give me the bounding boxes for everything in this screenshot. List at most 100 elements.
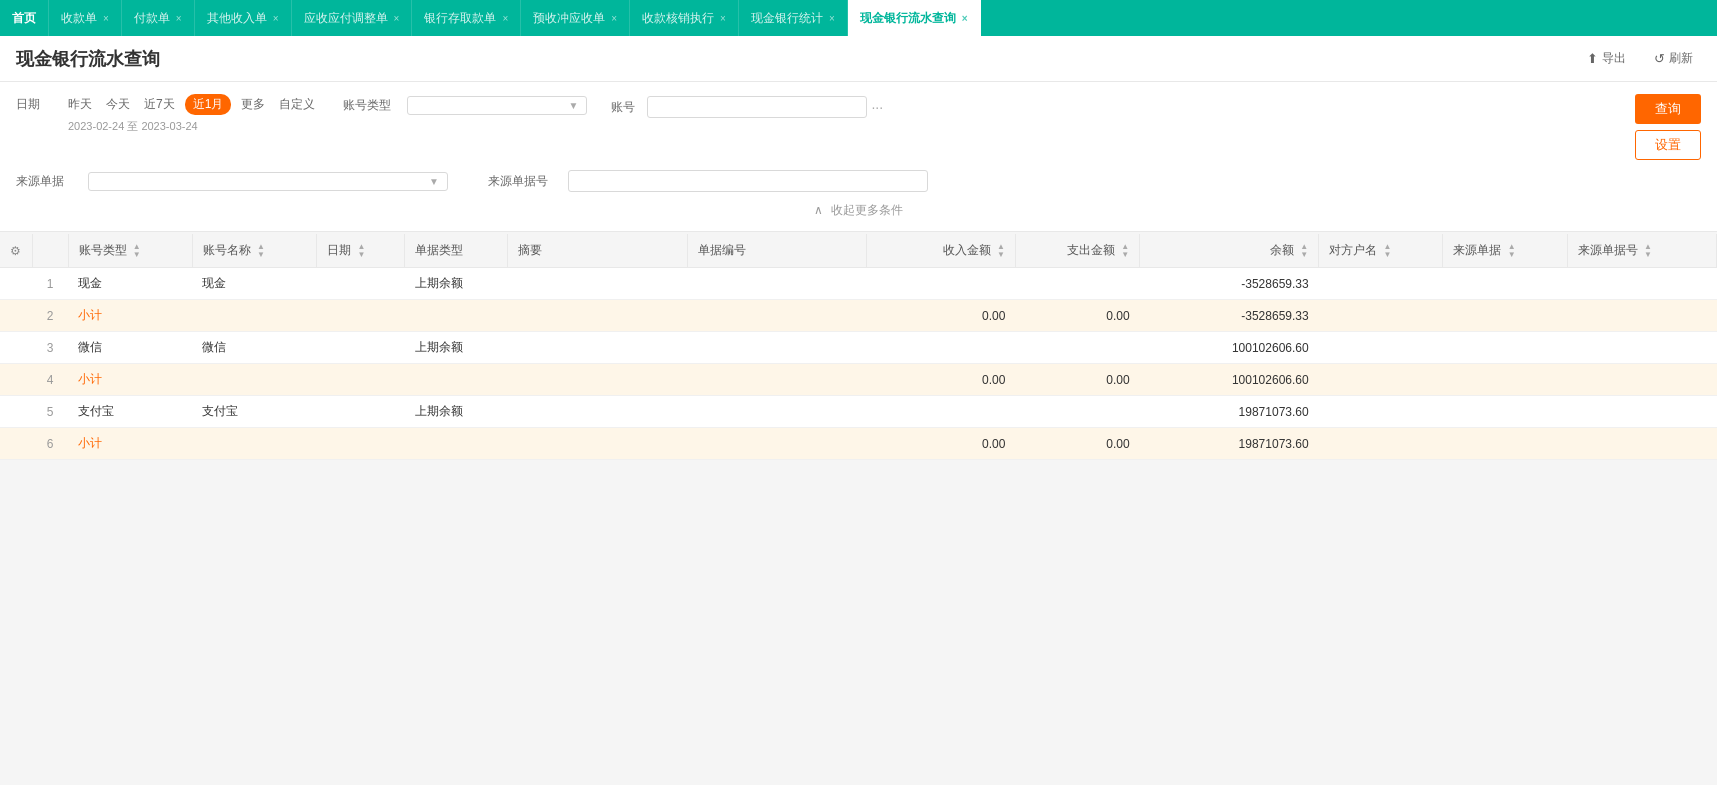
source-doc-num-input[interactable] (568, 170, 928, 192)
cell-source-doc (1443, 332, 1567, 364)
row-gear-cell (0, 300, 32, 332)
col-source-doc-num: 来源单据号 ▲▼ (1567, 234, 1716, 268)
account-input-area: ··· (647, 96, 883, 118)
nav-tab-8[interactable]: 现金银行流水查询 × (848, 0, 981, 36)
cell-source-doc-num (1567, 300, 1716, 332)
account-type-chevron: ▼ (568, 100, 578, 111)
date-opt-more[interactable]: 更多 (237, 94, 269, 115)
nav-tab-label-3: 应收应付调整单 (304, 10, 388, 27)
nav-tab-5[interactable]: 预收冲应收单 × (521, 0, 630, 36)
nav-tab-close-7[interactable]: × (829, 13, 835, 24)
cell-counterparty (1319, 268, 1443, 300)
gear-icon[interactable]: ⚙ (10, 244, 21, 258)
cell-doc-type: 上期余额 (405, 268, 508, 300)
sort-counterparty[interactable]: ▲▼ (1384, 243, 1392, 259)
export-label: 导出 (1602, 50, 1626, 67)
cell-doc-num (687, 332, 866, 364)
collapse-bar[interactable]: ∧ 收起更多条件 (16, 198, 1701, 223)
col-income: 收入金额 ▲▼ (866, 234, 1015, 268)
nav-tab-1[interactable]: 付款单 × (122, 0, 195, 36)
query-button[interactable]: 查询 (1635, 94, 1701, 124)
nav-tab-close-5[interactable]: × (611, 13, 617, 24)
nav-tab-close-4[interactable]: × (502, 13, 508, 24)
refresh-button[interactable]: ↺ 刷新 (1646, 46, 1701, 71)
col-source-doc: 来源单据 ▲▼ (1443, 234, 1567, 268)
cell-doc-type (405, 364, 508, 396)
row-gear-cell (0, 268, 32, 300)
collapse-label: 收起更多条件 (831, 203, 903, 217)
source-doc-select[interactable]: ▼ (88, 172, 448, 191)
account-type-label: 账号类型 (343, 97, 399, 114)
nav-tab-close-3[interactable]: × (394, 13, 400, 24)
col-doc-type: 单据类型 (405, 234, 508, 268)
nav-tab-2[interactable]: 其他收入单 × (195, 0, 292, 36)
table-row: 1现金现金上期余额-3528659.33 (0, 268, 1717, 300)
row-gear-cell (0, 364, 32, 396)
nav-tab-6[interactable]: 收款核销执行 × (630, 0, 739, 36)
sort-income[interactable]: ▲▼ (997, 243, 1005, 259)
filter-source-row: 来源单据 ▼ 来源单据号 (16, 170, 1701, 192)
date-opt-7days[interactable]: 近7天 (140, 94, 179, 115)
cell-counterparty (1319, 300, 1443, 332)
date-opt-yesterday[interactable]: 昨天 (64, 94, 96, 115)
account-ellipsis-button[interactable]: ··· (871, 99, 883, 115)
cell-account-name: 微信 (192, 332, 316, 364)
nav-tab-close-6[interactable]: × (720, 13, 726, 24)
nav-tab-4[interactable]: 银行存取款单 × (412, 0, 521, 36)
nav-tab-close-8[interactable]: × (962, 13, 968, 24)
cell-balance: -3528659.33 (1140, 268, 1319, 300)
col-gear: ⚙ (0, 234, 32, 268)
cell-counterparty (1319, 332, 1443, 364)
date-opt-today[interactable]: 今天 (102, 94, 134, 115)
cell-source-doc-num (1567, 364, 1716, 396)
cell-doc-num (687, 300, 866, 332)
nav-tab-close-1[interactable]: × (176, 13, 182, 24)
col-source-doc-label: 来源单据 (1453, 243, 1501, 257)
cell-source-doc (1443, 268, 1567, 300)
nav-tab-label-0: 收款单 (61, 10, 97, 27)
sort-expense[interactable]: ▲▼ (1121, 243, 1129, 259)
nav-tab-3[interactable]: 应收应付调整单 × (292, 0, 413, 36)
cell-source-doc (1443, 300, 1567, 332)
cell-doc-type (405, 300, 508, 332)
cell-expense (1015, 396, 1139, 428)
account-type-select[interactable]: ▼ (407, 96, 587, 115)
row-number: 3 (32, 332, 68, 364)
sort-source-doc-num[interactable]: ▲▼ (1644, 243, 1652, 259)
nav-tab-0[interactable]: 收款单 × (49, 0, 122, 36)
col-account-name: 账号名称 ▲▼ (192, 234, 316, 268)
sort-account-name[interactable]: ▲▼ (257, 243, 265, 259)
cell-expense (1015, 268, 1139, 300)
nav-tab-close-0[interactable]: × (103, 13, 109, 24)
cell-account-type: 小计 (68, 364, 192, 396)
nav-home[interactable]: 首页 (0, 0, 49, 36)
table-row: 2小计0.000.00-3528659.33 (0, 300, 1717, 332)
date-opt-1month[interactable]: 近1月 (185, 94, 232, 115)
row-number: 2 (32, 300, 68, 332)
cell-account-name (192, 428, 316, 460)
sort-date[interactable]: ▲▼ (357, 243, 365, 259)
cell-summary (508, 428, 687, 460)
nav-tab-label-2: 其他收入单 (207, 10, 267, 27)
row-gear-cell (0, 396, 32, 428)
sort-source-doc[interactable]: ▲▼ (1508, 243, 1516, 259)
cell-expense (1015, 332, 1139, 364)
col-balance: 余额 ▲▼ (1140, 234, 1319, 268)
export-button[interactable]: ⬆ 导出 (1579, 46, 1634, 71)
sort-balance[interactable]: ▲▼ (1300, 243, 1308, 259)
cell-account-type: 微信 (68, 332, 192, 364)
nav-tab-7[interactable]: 现金银行统计 × (739, 0, 848, 36)
col-doc-num: 单据编号 (687, 234, 866, 268)
col-date-label: 日期 (327, 243, 351, 257)
account-input[interactable] (647, 96, 867, 118)
cell-source-doc-num (1567, 332, 1716, 364)
col-date: 日期 ▲▼ (317, 234, 405, 268)
date-opt-custom[interactable]: 自定义 (275, 94, 319, 115)
setting-button[interactable]: 设置 (1635, 130, 1701, 160)
sort-account-type[interactable]: ▲▼ (133, 243, 141, 259)
col-doc-num-label: 单据编号 (698, 243, 746, 257)
nav-home-label: 首页 (12, 10, 36, 27)
cell-summary (508, 364, 687, 396)
nav-tab-close-2[interactable]: × (273, 13, 279, 24)
cell-summary (508, 268, 687, 300)
